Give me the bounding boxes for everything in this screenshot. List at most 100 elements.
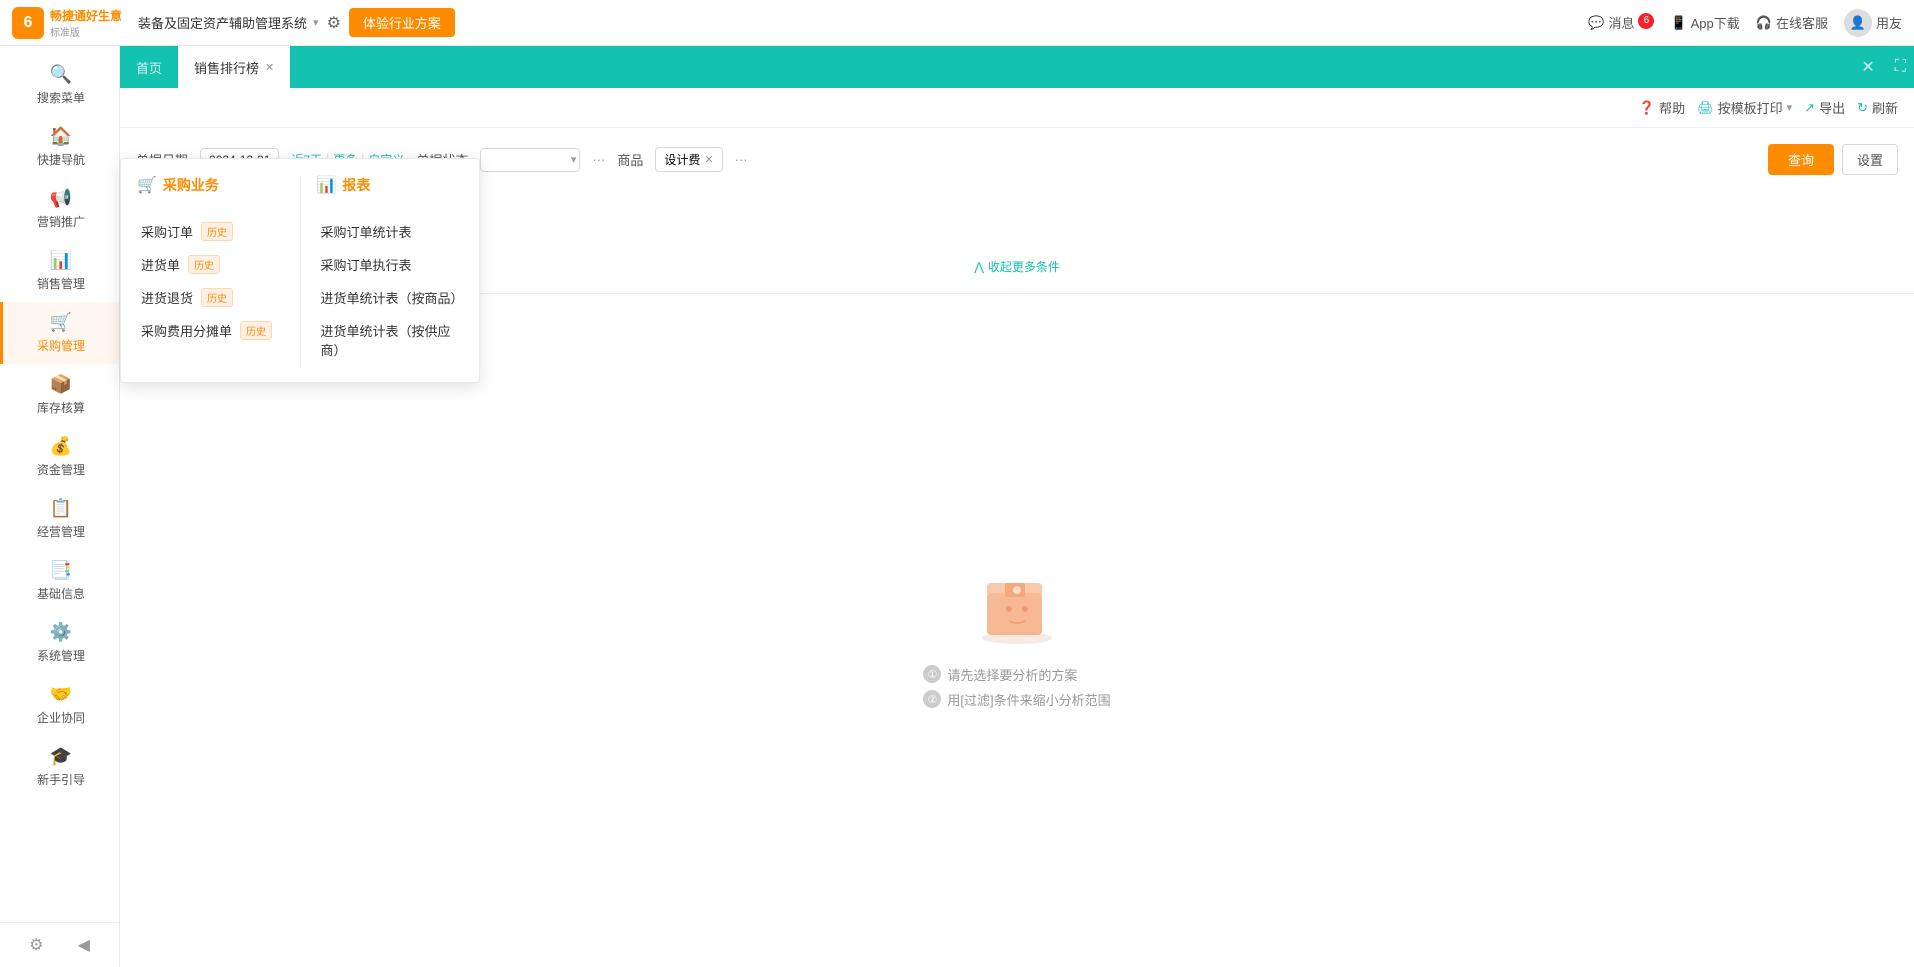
menu-item-purchase-order[interactable]: 采购订单 历史 (137, 215, 284, 248)
hint-1-num: ① (923, 665, 941, 683)
tab-close-icon[interactable]: ✕ (265, 61, 274, 74)
goods-tag-value: 设计费 (664, 151, 700, 168)
goods-return-label: 进货退货 (141, 288, 193, 307)
sidebar-settings-btn[interactable]: ⚙ (29, 935, 43, 955)
set-btn[interactable]: 设置 (1842, 144, 1898, 175)
refresh-label: 刷新 (1872, 98, 1898, 117)
sidebar-label-search: 搜索菜单 (37, 89, 85, 106)
sidebar: 🔍 搜索菜单 🏠 快捷导航 📢 营销推广 📊 销售管理 🛒 采购管理 📦 库存核… (0, 46, 120, 967)
online-service-item[interactable]: 🎧 在线客服 (1756, 13, 1828, 32)
menu-item-goods-in-stats-by-goods[interactable]: 进货单统计表（按商品） (317, 281, 464, 314)
dropdown-col2-title-label: 报表 (342, 175, 370, 195)
sidebar-label-newbie: 新手引导 (37, 771, 85, 788)
export-icon: ↗ (1804, 100, 1815, 116)
tab-home-label: 首页 (136, 58, 162, 77)
menu-item-po-exec[interactable]: 采购订单执行表 (317, 248, 464, 281)
user-item[interactable]: 👤 用友 (1844, 9, 1902, 37)
avatar: 👤 (1844, 9, 1872, 37)
sidebar-item-newbie[interactable]: 🎓 新手引导 (0, 736, 119, 798)
purchase-biz-icon: 🛒 (137, 175, 157, 195)
system-icon: ⚙️ (50, 622, 72, 643)
goods-tag-close[interactable]: ✕ (704, 153, 713, 166)
export-label: 导出 (1819, 98, 1845, 117)
export-btn[interactable]: ↗ 导出 (1804, 98, 1845, 117)
system-dropdown-arrow[interactable]: ▾ (313, 16, 319, 29)
dropdown-divider (300, 175, 301, 366)
status-select[interactable] (480, 148, 580, 172)
sidebar-item-enterprise[interactable]: 🤝 企业协同 (0, 674, 119, 736)
query-btn[interactable]: 查询 (1768, 144, 1834, 175)
sidebar-label-system: 系统管理 (37, 647, 85, 664)
collapse-label: 收起更多条件 (988, 258, 1060, 275)
print-btn[interactable]: 🖨 按模板打印 ▾ (1697, 98, 1792, 117)
tab-sales-ranking[interactable]: 销售排行榜 ✕ (178, 46, 290, 88)
help-btn[interactable]: ❓ 帮助 (1639, 98, 1685, 117)
status-more-options[interactable]: ··· (592, 152, 605, 167)
sidebar-label-purchase: 采购管理 (37, 337, 85, 354)
menu-item-goods-in-stats-by-supplier[interactable]: 进货单统计表（按供应商） (317, 314, 464, 366)
experience-btn[interactable]: 体验行业方案 (349, 8, 455, 37)
tab-bar: 首页 销售排行榜 ✕ ✕ ⛶ (120, 46, 1914, 88)
enterprise-icon: 🤝 (50, 684, 72, 705)
goods-tag: 设计费 ✕ (655, 147, 722, 172)
sidebar-item-inventory[interactable]: 📦 库存核算 (0, 364, 119, 426)
collapse-arrow-icon: ⋀ (974, 260, 984, 274)
phone-icon: 📱 (1670, 15, 1686, 31)
purchase-order-label: 采购订单 (141, 222, 193, 241)
sidebar-item-marketing[interactable]: 📢 营销推广 (0, 178, 119, 240)
hint-1: ① 请先选择要分析的方案 (923, 665, 1110, 684)
tab-sales-ranking-label: 销售排行榜 (194, 58, 259, 77)
empty-svg-illustration (967, 553, 1067, 653)
basic-info-icon: 📑 (50, 560, 72, 581)
home-icon: 🏠 (50, 126, 72, 147)
settings-icon[interactable]: ⚙ (327, 13, 341, 33)
username-label: 用友 (1876, 13, 1902, 32)
print-dropdown-arrow[interactable]: ▾ (1787, 101, 1793, 114)
dropdown-cols: 🛒 采购业务 采购订单 历史 进货单 历史 进货退货 历史 采购费用分摊单 历史 (137, 175, 463, 366)
menu-item-goods-return[interactable]: 进货退货 历史 (137, 281, 284, 314)
online-service-label: 在线客服 (1776, 13, 1828, 32)
refresh-btn[interactable]: ↻ 刷新 (1857, 98, 1898, 117)
sidebar-item-system[interactable]: ⚙️ 系统管理 (0, 612, 119, 674)
sidebar-item-operations[interactable]: 📋 经营管理 (0, 488, 119, 550)
sidebar-label-quicknav: 快捷导航 (37, 151, 85, 168)
help-icon: ❓ (1639, 100, 1655, 116)
tab-bar-expand-btn[interactable]: ⛶ (1887, 58, 1914, 76)
goods-in-history-badge: 历史 (188, 255, 220, 274)
sidebar-item-sales[interactable]: 📊 销售管理 (0, 240, 119, 302)
newbie-icon: 🎓 (50, 746, 72, 767)
help-label: 帮助 (1659, 98, 1685, 117)
dropdown-col-purchase-biz: 🛒 采购业务 采购订单 历史 进货单 历史 进货退货 历史 采购费用分摊单 历史 (137, 175, 284, 366)
sidebar-label-sales: 销售管理 (37, 275, 85, 292)
logo: 6 畅捷通好生意 标准版 (12, 7, 122, 39)
goods-more-options[interactable]: ··· (735, 152, 748, 167)
sidebar-item-finance[interactable]: 💰 资金管理 (0, 426, 119, 488)
tab-bar-close-btn[interactable]: ✕ (1849, 57, 1886, 77)
menu-item-purchase-expense[interactable]: 采购费用分摊单 历史 (137, 314, 284, 347)
finance-icon: 💰 (50, 436, 72, 457)
sidebar-item-purchase[interactable]: 🛒 采购管理 (0, 302, 119, 364)
purchase-icon: 🛒 (50, 312, 72, 333)
menu-item-po-stats[interactable]: 采购订单统计表 (317, 215, 464, 248)
goods-filter-label: 商品 (617, 150, 643, 169)
marketing-icon: 📢 (50, 188, 72, 209)
sidebar-item-quicknav[interactable]: 🏠 快捷导航 (0, 116, 119, 178)
dropdown-col1-title: 🛒 采购业务 (137, 175, 284, 203)
sidebar-label-enterprise: 企业协同 (37, 709, 85, 726)
notification-badge: 6 (1638, 13, 1654, 29)
sidebar-bottom: ⚙ ◀ (0, 922, 119, 967)
goods-in-stats-supplier-label: 进货单统计表（按供应商） (321, 321, 460, 359)
system-name: 装备及固定资产辅助管理系统 ▾ (138, 13, 319, 32)
reports-icon: 📊 (317, 175, 337, 195)
sidebar-item-basic-info[interactable]: 📑 基础信息 (0, 550, 119, 612)
notification-icon: 💬 (1588, 15, 1604, 31)
sidebar-item-search[interactable]: 🔍 搜索菜单 (0, 54, 119, 116)
app-download-item[interactable]: 📱 App下载 (1670, 13, 1739, 32)
operations-icon: 📋 (50, 498, 72, 519)
menu-item-goods-in[interactable]: 进货单 历史 (137, 248, 284, 281)
sidebar-collapse-btn[interactable]: ◀ (78, 935, 90, 955)
sidebar-label-finance: 资金管理 (37, 461, 85, 478)
notification-item[interactable]: 💬 消息 6 (1588, 13, 1654, 32)
tab-home[interactable]: 首页 (120, 46, 178, 88)
page-header: ❓ 帮助 🖨 按模板打印 ▾ ↗ 导出 ↻ 刷新 (120, 88, 1914, 128)
